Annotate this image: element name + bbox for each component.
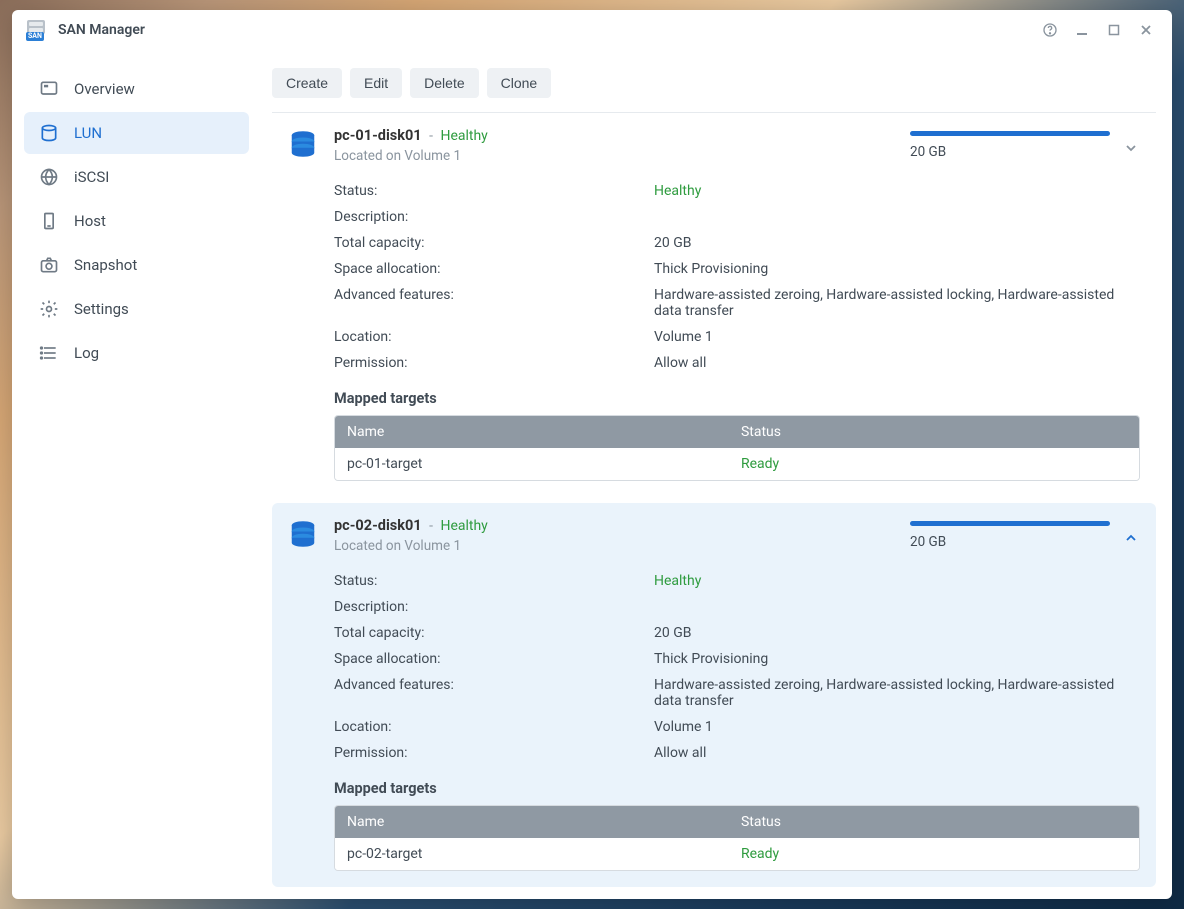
sidebar-item-overview[interactable]: Overview <box>24 68 249 110</box>
value-description <box>654 599 1140 615</box>
separator: - <box>429 128 433 144</box>
titlebar: SAN SAN Manager <box>12 10 1172 50</box>
mapped-targets-table: Name Status pc-02-target Ready <box>334 805 1140 871</box>
value-space-allocation: Thick Provisioning <box>654 261 1140 277</box>
lun-name: pc-02-disk01 <box>334 517 422 534</box>
label-description: Description: <box>334 209 654 225</box>
target-name: pc-01-target <box>335 448 729 480</box>
value-advanced-features: Hardware-assisted zeroing, Hardware-assi… <box>654 677 1140 709</box>
label-location: Location: <box>334 719 654 735</box>
overview-icon <box>38 78 60 100</box>
label-total-capacity: Total capacity: <box>334 235 654 251</box>
label-status: Status: <box>334 573 654 589</box>
sidebar-item-snapshot[interactable]: Snapshot <box>24 244 249 286</box>
sidebar-item-iscsi[interactable]: iSCSI <box>24 156 249 198</box>
col-status: Status <box>729 806 1139 838</box>
lun-health: Healthy <box>440 128 487 144</box>
sidebar-item-host[interactable]: Host <box>24 200 249 242</box>
app-icon: SAN <box>26 19 48 41</box>
label-space-allocation: Space allocation: <box>334 261 654 277</box>
value-location: Volume 1 <box>654 329 1140 345</box>
app-title: SAN Manager <box>58 22 145 38</box>
collapse-toggle[interactable] <box>1122 529 1140 547</box>
value-status: Healthy <box>654 183 1140 199</box>
lun-card[interactable]: pc-01-disk01 - Healthy Located on Volume… <box>272 113 1156 497</box>
col-status: Status <box>729 416 1139 448</box>
label-location: Location: <box>334 329 654 345</box>
lun-header: pc-02-disk01 - Healthy Located on Volume… <box>288 517 1140 554</box>
lun-location-summary: Located on Volume 1 <box>334 538 894 554</box>
label-total-capacity: Total capacity: <box>334 625 654 641</box>
disk-stack-icon <box>288 519 318 549</box>
lun-health: Healthy <box>440 518 487 534</box>
gear-icon <box>38 298 60 320</box>
table-row[interactable]: pc-01-target Ready <box>335 448 1139 480</box>
sidebar-item-label: iSCSI <box>74 168 109 186</box>
label-status: Status: <box>334 183 654 199</box>
label-permission: Permission: <box>334 745 654 761</box>
globe-icon <box>38 166 60 188</box>
sidebar: Overview LUN iSCSI Host <box>12 50 262 899</box>
table-row[interactable]: pc-02-target Ready <box>335 838 1139 870</box>
label-advanced-features: Advanced features: <box>334 677 654 709</box>
target-status: Ready <box>729 838 1139 870</box>
create-button[interactable]: Create <box>272 68 342 98</box>
sidebar-item-label: LUN <box>74 124 102 142</box>
log-icon <box>38 342 60 364</box>
clone-button[interactable]: Clone <box>487 68 552 98</box>
label-description: Description: <box>334 599 654 615</box>
lun-card[interactable]: pc-02-disk01 - Healthy Located on Volume… <box>272 503 1156 887</box>
value-space-allocation: Thick Provisioning <box>654 651 1140 667</box>
maximize-button[interactable] <box>1098 14 1130 46</box>
delete-button[interactable]: Delete <box>410 68 478 98</box>
sidebar-item-label: Host <box>74 212 106 230</box>
lun-size: 20 GB <box>910 144 1110 160</box>
value-advanced-features: Hardware-assisted zeroing, Hardware-assi… <box>654 287 1140 319</box>
usage-bar <box>910 521 1110 526</box>
main-content: Create Edit Delete Clone pc-01-disk01 - … <box>262 50 1172 899</box>
sidebar-item-label: Log <box>74 344 99 362</box>
separator: - <box>429 518 433 534</box>
value-permission: Allow all <box>654 355 1140 371</box>
edit-button[interactable]: Edit <box>350 68 402 98</box>
value-total-capacity: 20 GB <box>654 235 1140 251</box>
value-total-capacity: 20 GB <box>654 625 1140 641</box>
label-advanced-features: Advanced features: <box>334 287 654 319</box>
col-name: Name <box>335 416 729 448</box>
sidebar-item-lun[interactable]: LUN <box>24 112 249 154</box>
value-permission: Allow all <box>654 745 1140 761</box>
camera-icon <box>38 254 60 276</box>
disk-stack-icon <box>288 129 318 159</box>
minimize-button[interactable] <box>1066 14 1098 46</box>
lun-size: 20 GB <box>910 534 1110 550</box>
sidebar-item-label: Snapshot <box>74 256 137 274</box>
value-status: Healthy <box>654 573 1140 589</box>
lun-icon <box>38 122 60 144</box>
mapped-targets-table: Name Status pc-01-target Ready <box>334 415 1140 481</box>
lun-name: pc-01-disk01 <box>334 127 422 144</box>
app-window: SAN SAN Manager Overview <box>12 10 1172 899</box>
sidebar-item-label: Overview <box>74 80 135 98</box>
host-icon <box>38 210 60 232</box>
label-permission: Permission: <box>334 355 654 371</box>
target-status: Ready <box>729 448 1139 480</box>
sidebar-item-log[interactable]: Log <box>24 332 249 374</box>
help-button[interactable] <box>1034 14 1066 46</box>
lun-header: pc-01-disk01 - Healthy Located on Volume… <box>288 127 1140 164</box>
mapped-targets-title: Mapped targets <box>334 390 1140 407</box>
close-button[interactable] <box>1130 14 1162 46</box>
target-name: pc-02-target <box>335 838 729 870</box>
sidebar-item-label: Settings <box>74 300 129 318</box>
col-name: Name <box>335 806 729 838</box>
value-description <box>654 209 1140 225</box>
label-space-allocation: Space allocation: <box>334 651 654 667</box>
mapped-targets-title: Mapped targets <box>334 780 1140 797</box>
sidebar-item-settings[interactable]: Settings <box>24 288 249 330</box>
value-location: Volume 1 <box>654 719 1140 735</box>
toolbar: Create Edit Delete Clone <box>272 68 1156 113</box>
usage-bar <box>910 131 1110 136</box>
lun-location-summary: Located on Volume 1 <box>334 148 894 164</box>
collapse-toggle[interactable] <box>1122 139 1140 157</box>
